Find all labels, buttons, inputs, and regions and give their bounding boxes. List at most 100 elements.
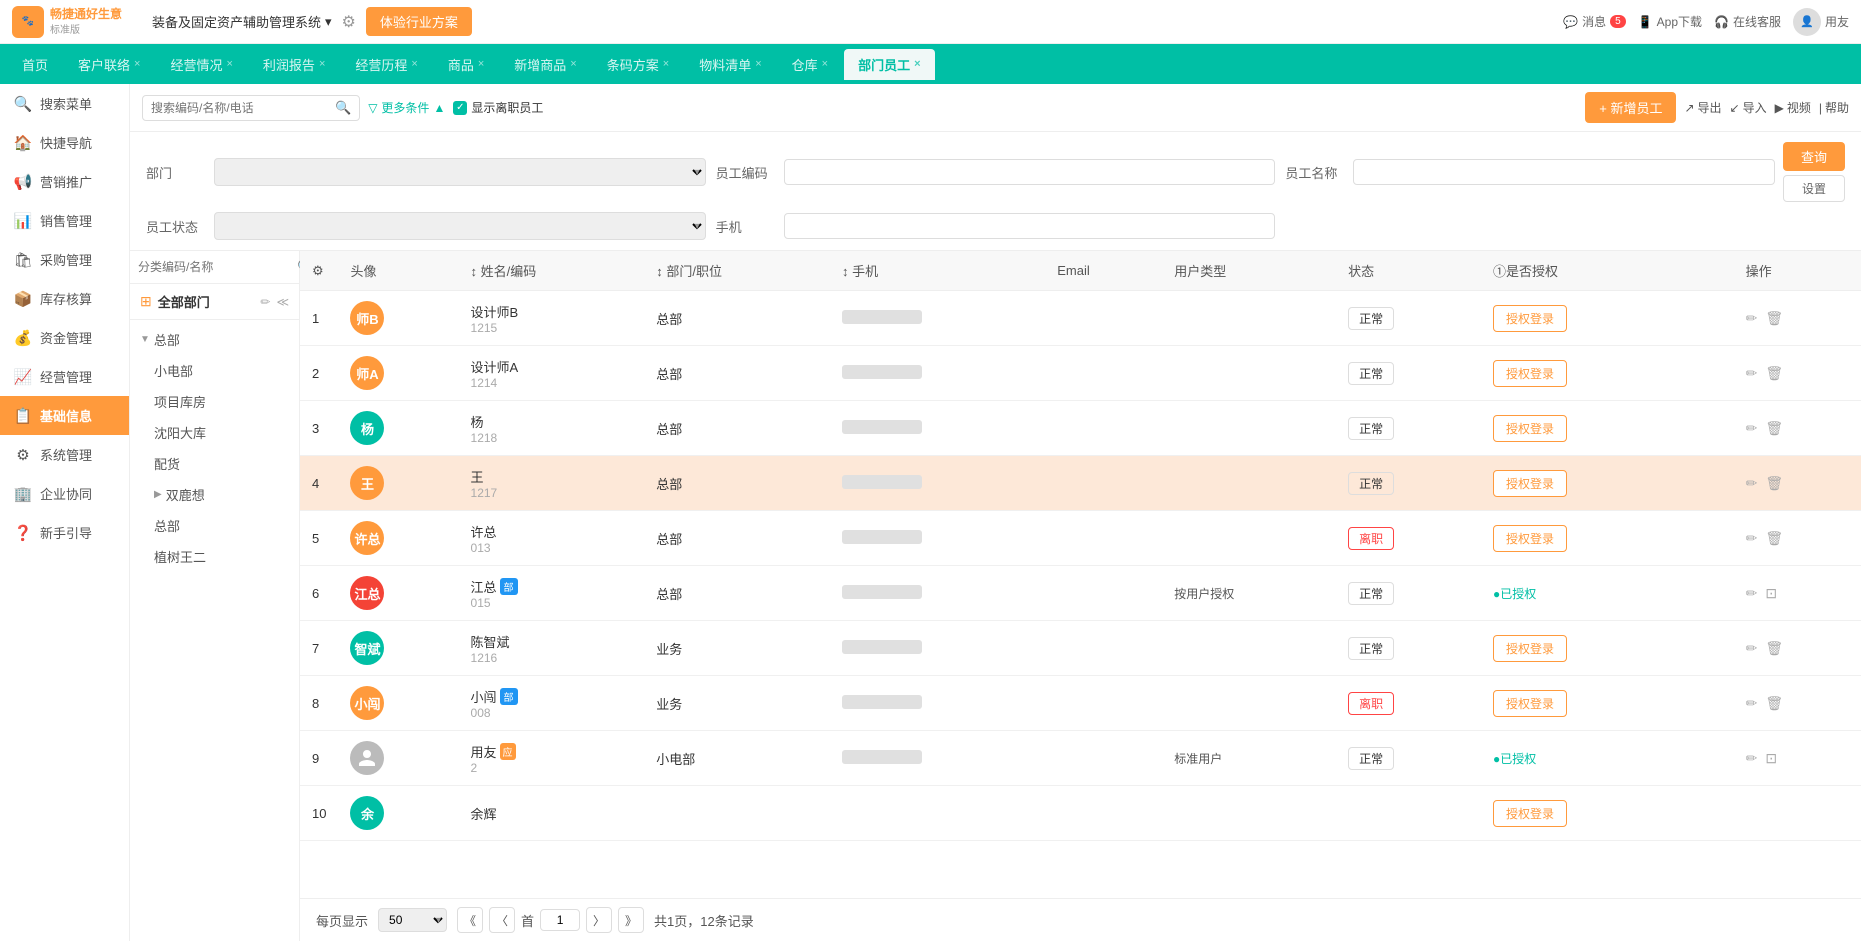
show-resigned-toggle[interactable]: ✓ 显示离职员工 — [453, 99, 543, 116]
tab-barcode[interactable]: 条码方案× — [593, 49, 683, 80]
system-title[interactable]: 装备及固定资产辅助管理系统 ▾ — [152, 12, 332, 31]
import-button[interactable]: ↙ 导入 — [1730, 99, 1767, 116]
auth-button[interactable]: 授权登录 — [1493, 470, 1567, 497]
tab-home[interactable]: 首页 — [8, 49, 62, 80]
dept-node-project[interactable]: 项目库房 — [130, 386, 299, 417]
dept-node-shuanglu[interactable]: ▶ 双鹿想 — [130, 479, 299, 510]
edit-icon[interactable]: ✏ — [1746, 585, 1758, 602]
emp-code-input[interactable] — [784, 159, 1276, 185]
emp-name-input[interactable] — [1353, 159, 1775, 185]
tab-profit[interactable]: 利润报告× — [249, 49, 339, 80]
edit-icon[interactable]: ✏ — [1746, 420, 1758, 437]
view-button[interactable]: ▶ 视频 — [1775, 99, 1811, 116]
close-icon[interactable]: × — [478, 58, 484, 70]
tab-history[interactable]: 经营历程× — [341, 49, 431, 80]
delete-icon[interactable]: 🗑 — [1765, 420, 1783, 437]
close-icon[interactable]: × — [570, 58, 576, 70]
first-page-button[interactable]: 《 — [457, 907, 483, 933]
sidebar-item-operations[interactable]: 📈 经营管理 — [0, 357, 129, 396]
gear-icon[interactable]: ⚙ — [342, 12, 356, 32]
sidebar-item-inventory[interactable]: 📦 库存核算 — [0, 279, 129, 318]
close-icon[interactable]: × — [319, 58, 325, 70]
tab-new-goods[interactable]: 新增商品× — [500, 49, 590, 80]
edit-icon[interactable]: ✏ — [1746, 365, 1758, 382]
reset-button[interactable]: 设置 — [1783, 175, 1845, 202]
dept-select[interactable] — [214, 158, 706, 186]
delete-icon[interactable]: 🗑 — [1765, 695, 1783, 712]
tab-goods[interactable]: 商品× — [434, 49, 498, 80]
auth-button[interactable]: 授权登录 — [1493, 305, 1567, 332]
add-employee-button[interactable]: + 新增员工 — [1585, 92, 1676, 123]
tab-bom[interactable]: 物料清单× — [685, 49, 775, 80]
dept-node-head2[interactable]: 总部 — [130, 510, 299, 541]
sidebar-item-shortcut[interactable]: 🏠 快捷导航 — [0, 123, 129, 162]
edit-icon[interactable]: ✏ — [1746, 640, 1758, 657]
edit-icon[interactable]: ✏ — [260, 295, 270, 309]
last-page-button[interactable]: 》 — [618, 907, 644, 933]
close-icon[interactable]: × — [755, 58, 761, 70]
edit-icon[interactable]: ✏ — [1746, 475, 1758, 492]
prev-page-button[interactable]: 〈 — [489, 907, 515, 933]
page-input[interactable] — [540, 909, 580, 931]
delete-icon[interactable]: 🗑 — [1765, 530, 1783, 547]
more-filter-button[interactable]: ▽ 更多条件 ▲ — [368, 99, 445, 116]
sidebar-item-marketing[interactable]: 📢 营销推广 — [0, 162, 129, 201]
close-icon[interactable]: × — [134, 58, 140, 70]
tab-customer[interactable]: 客户联络× — [64, 49, 154, 80]
tab-warehouse[interactable]: 仓库× — [778, 49, 842, 80]
close-icon[interactable]: × — [914, 58, 920, 70]
col-settings[interactable]: ⚙ — [300, 251, 338, 291]
sidebar-item-enterprise[interactable]: 🏢 企业协同 — [0, 474, 129, 513]
phone-input[interactable] — [784, 213, 1276, 239]
search-submit-icon[interactable]: 🔍 — [335, 100, 351, 116]
message-button[interactable]: 💬 消息 5 — [1563, 13, 1626, 30]
tab-operations[interactable]: 经营情况× — [156, 49, 246, 80]
dept-node-head[interactable]: ▼ 总部 — [130, 324, 299, 355]
close-icon[interactable]: × — [411, 58, 417, 70]
close-icon[interactable]: × — [663, 58, 669, 70]
all-dept-label[interactable]: 全部部门 — [158, 292, 255, 311]
auth-button[interactable]: 授权登录 — [1493, 690, 1567, 717]
sidebar-item-basic[interactable]: 📋 基础信息 — [0, 396, 129, 435]
search-input[interactable] — [151, 101, 331, 115]
help-button[interactable]: | 帮助 — [1819, 99, 1849, 116]
delete-icon[interactable]: 🗑 — [1765, 475, 1783, 492]
sidebar-item-finance[interactable]: 💰 资金管理 — [0, 318, 129, 357]
copy-icon[interactable]: ⊡ — [1765, 585, 1777, 602]
auth-button[interactable]: 授权登录 — [1493, 800, 1567, 827]
export-button[interactable]: ↗ 导出 — [1684, 99, 1721, 116]
sidebar-item-guide[interactable]: ❓ 新手引导 — [0, 513, 129, 552]
auth-button[interactable]: 授权登录 — [1493, 525, 1567, 552]
auth-button[interactable]: 授权登录 — [1493, 635, 1567, 662]
app-download-button[interactable]: 📱 App下载 — [1638, 13, 1702, 30]
close-icon[interactable]: × — [822, 58, 828, 70]
user-button[interactable]: 👤 用友 — [1793, 8, 1849, 36]
edit-icon[interactable]: ✏ — [1746, 530, 1758, 547]
close-icon[interactable]: × — [226, 58, 232, 70]
auth-button[interactable]: 授权登录 — [1493, 360, 1567, 387]
delete-icon[interactable]: 🗑 — [1765, 365, 1783, 382]
collapse-icon[interactable]: ≪ — [276, 295, 289, 309]
page-size-select[interactable]: 50 100 — [378, 908, 447, 932]
query-button[interactable]: 查询 — [1783, 142, 1845, 171]
sidebar-item-search[interactable]: 🔍 搜索菜单 — [0, 84, 129, 123]
next-page-button[interactable]: 〉 — [586, 907, 612, 933]
dept-node-shenyang[interactable]: 沈阳大库 — [130, 417, 299, 448]
emp-status-select[interactable] — [214, 212, 706, 240]
delete-icon[interactable]: 🗑 — [1765, 640, 1783, 657]
dept-node-tree[interactable]: 植树王二 — [130, 541, 299, 572]
dept-node-delivery[interactable]: 配货 — [130, 448, 299, 479]
auth-button[interactable]: 授权登录 — [1493, 415, 1567, 442]
dept-node-xdept[interactable]: 小电部 — [130, 355, 299, 386]
online-service-button[interactable]: 🎧 在线客服 — [1714, 13, 1781, 30]
copy-icon[interactable]: ⊡ — [1765, 750, 1777, 767]
edit-icon[interactable]: ✏ — [1746, 750, 1758, 767]
edit-icon[interactable]: ✏ — [1746, 310, 1758, 327]
delete-icon[interactable]: 🗑 — [1765, 310, 1783, 327]
trial-button[interactable]: 体验行业方案 — [366, 7, 472, 36]
sidebar-item-sales[interactable]: 📊 销售管理 — [0, 201, 129, 240]
edit-icon[interactable]: ✏ — [1746, 695, 1758, 712]
sidebar-item-purchase[interactable]: 🛍 采购管理 — [0, 240, 129, 279]
sidebar-item-system[interactable]: ⚙ 系统管理 — [0, 435, 129, 474]
tab-employees[interactable]: 部门员工× — [844, 49, 934, 80]
